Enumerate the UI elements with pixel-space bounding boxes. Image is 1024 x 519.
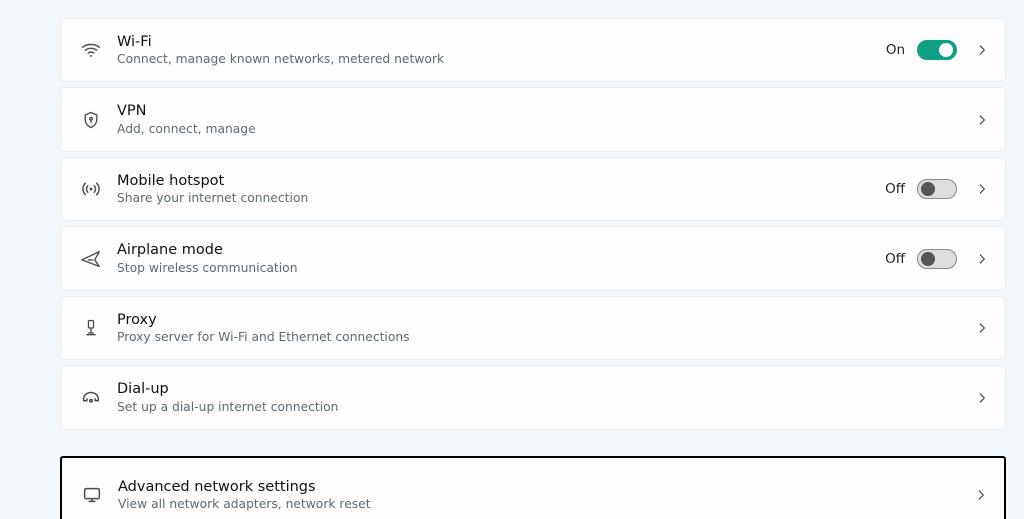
chevron-right-icon	[975, 113, 989, 127]
card-title: Airplane mode	[117, 241, 885, 259]
settings-network-list: Wi-Fi Connect, manage known networks, me…	[0, 0, 1024, 519]
card-vpn[interactable]: VPN Add, connect, manage	[60, 87, 1006, 151]
card-subtitle: Share your internet connection	[117, 191, 885, 206]
proxy-icon	[79, 316, 103, 340]
wifi-toggle-label: On	[886, 42, 905, 58]
card-proxy[interactable]: Proxy Proxy server for Wi-Fi and Etherne…	[60, 296, 1006, 360]
card-title: Wi-Fi	[117, 33, 886, 51]
card-dialup[interactable]: Dial-up Set up a dial-up internet connec…	[60, 365, 1006, 429]
card-advanced-texts: Advanced network settings View all netwo…	[118, 478, 968, 512]
card-subtitle: Connect, manage known networks, metered …	[117, 52, 886, 67]
chevron-right-icon	[975, 321, 989, 335]
card-vpn-texts: VPN Add, connect, manage	[117, 102, 969, 136]
card-wifi-texts: Wi-Fi Connect, manage known networks, me…	[117, 33, 886, 67]
card-hotspot-texts: Mobile hotspot Share your internet conne…	[117, 172, 885, 206]
card-subtitle: View all network adapters, network reset	[118, 497, 968, 512]
card-title: Proxy	[117, 311, 969, 329]
chevron-right-icon	[975, 391, 989, 405]
card-title: Mobile hotspot	[117, 172, 885, 190]
card-airplane-texts: Airplane mode Stop wireless communicatio…	[117, 241, 885, 275]
card-subtitle: Stop wireless communication	[117, 261, 885, 276]
hotspot-icon	[79, 177, 103, 201]
chevron-right-icon	[975, 182, 989, 196]
chevron-right-icon	[975, 43, 989, 57]
hotspot-toggle[interactable]	[917, 179, 957, 199]
card-title: Advanced network settings	[118, 478, 968, 496]
dialup-icon	[79, 386, 103, 410]
card-title: Dial-up	[117, 380, 969, 398]
card-hotspot[interactable]: Mobile hotspot Share your internet conne…	[60, 157, 1006, 221]
hotspot-toggle-label: Off	[885, 181, 905, 197]
airplane-icon	[79, 247, 103, 271]
card-wifi[interactable]: Wi-Fi Connect, manage known networks, me…	[60, 18, 1006, 82]
chevron-right-icon	[974, 488, 988, 502]
chevron-right-icon	[975, 252, 989, 266]
shield-icon	[79, 108, 103, 132]
wifi-icon	[79, 38, 103, 62]
airplane-toggle-label: Off	[885, 251, 905, 267]
airplane-toggle[interactable]	[917, 249, 957, 269]
card-dialup-texts: Dial-up Set up a dial-up internet connec…	[117, 380, 969, 414]
card-advanced-network[interactable]: Advanced network settings View all netwo…	[60, 456, 1006, 519]
card-subtitle: Set up a dial-up internet connection	[117, 400, 969, 415]
wifi-toggle[interactable]	[917, 40, 957, 60]
network-adapter-icon	[80, 483, 104, 507]
card-airplane[interactable]: Airplane mode Stop wireless communicatio…	[60, 226, 1006, 290]
card-subtitle: Add, connect, manage	[117, 122, 969, 137]
card-proxy-texts: Proxy Proxy server for Wi-Fi and Etherne…	[117, 311, 969, 345]
card-title: VPN	[117, 102, 969, 120]
card-subtitle: Proxy server for Wi-Fi and Ethernet conn…	[117, 330, 969, 345]
